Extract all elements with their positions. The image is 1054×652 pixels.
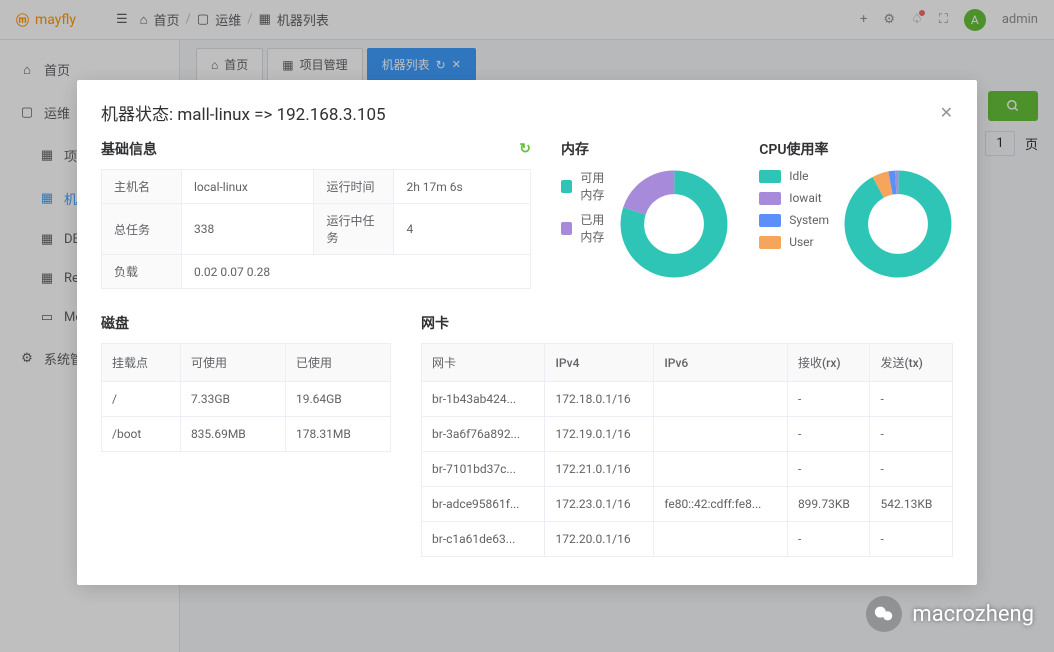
machine-status-modal: 机器状态: mall-linux => 192.168.3.105 ✕ 基础信息… (77, 80, 977, 585)
cell-ipv4: 172.20.0.1/16 (545, 522, 654, 557)
legend-swatch-used (561, 222, 572, 235)
basic-info-table: 主机名 local-linux 运行时间 2h 17m 6s 总任务 338 运… (101, 169, 531, 289)
legend-label-idle: Idle (789, 169, 808, 183)
legend-label-used: 已用内存 (580, 211, 605, 245)
cell-avail: 835.69MB (180, 417, 285, 452)
section-title-cpu: CPU使用率 (759, 139, 953, 159)
cell-mount: /boot (102, 417, 181, 452)
cell-ipv6 (654, 382, 788, 417)
table-row: br-c1a61de63... 172.20.0.1/16 - - (422, 522, 953, 557)
label-hostname: 主机名 (102, 170, 182, 204)
value-hostname: local-linux (182, 170, 314, 204)
legend-item[interactable]: Iowait (759, 191, 829, 205)
section-disk: 磁盘 挂载点 可使用 已使用 / 7.33GB (101, 313, 391, 557)
table-row: br-3a6f76a892... 172.19.0.1/16 - - (422, 417, 953, 452)
value-total-tasks: 338 (182, 204, 314, 255)
cell-used: 19.64GB (285, 382, 390, 417)
label-running-tasks: 运行中任务 (314, 204, 394, 255)
section-title-memory: 内存 (561, 139, 729, 159)
modal-title: 机器状态: mall-linux => 192.168.3.105 (101, 100, 386, 125)
section-basic: 基础信息 ↻ 主机名 local-linux 运行时间 2h 17m 6s 总任… (101, 139, 531, 289)
cell-ipv6 (654, 522, 788, 557)
cell-rx: - (787, 522, 870, 557)
cell-avail: 7.33GB (180, 382, 285, 417)
cell-ipv4: 172.18.0.1/16 (545, 382, 654, 417)
legend-label-system: System (789, 213, 829, 227)
legend-swatch-idle (759, 170, 781, 183)
section-title-disk: 磁盘 (101, 313, 391, 333)
legend-item[interactable]: System (759, 213, 829, 227)
cell-used: 178.31MB (285, 417, 390, 452)
legend-item[interactable]: Idle (759, 169, 829, 183)
cell-tx: - (870, 452, 953, 487)
legend-swatch-system (759, 214, 781, 227)
legend-item[interactable]: 已用内存 (561, 211, 605, 245)
value-uptime: 2h 17m 6s (394, 170, 531, 204)
th-rx: 接收(rx) (787, 344, 870, 382)
table-row: br-adce95861f... 172.23.0.1/16 fe80::42:… (422, 487, 953, 522)
section-title-network: 网卡 (421, 313, 953, 333)
label-uptime: 运行时间 (314, 170, 394, 204)
disk-table: 挂载点 可使用 已使用 / 7.33GB 19.64GB (101, 343, 391, 452)
th-used: 已使用 (285, 344, 390, 382)
cell-nic: br-adce95861f... (422, 487, 545, 522)
modal-body: 基础信息 ↻ 主机名 local-linux 运行时间 2h 17m 6s 总任… (77, 139, 977, 585)
network-table: 网卡 IPv4 IPv6 接收(rx) 发送(tx) br-1b43ab424.… (421, 343, 953, 557)
cell-nic: br-3a6f76a892... (422, 417, 545, 452)
legend-item[interactable]: User (759, 235, 829, 249)
cpu-legend: Idle Iowait System (759, 169, 829, 279)
cell-tx: - (870, 382, 953, 417)
cell-rx: 899.73KB (787, 487, 870, 522)
value-load: 0.02 0.07 0.28 (182, 255, 531, 289)
legend-label-available: 可用内存 (580, 169, 605, 203)
cell-ipv6: fe80::42:cdff:fe8... (654, 487, 788, 522)
cell-nic: br-1b43ab424... (422, 382, 545, 417)
cell-nic: br-7101bd37c... (422, 452, 545, 487)
table-row: /boot 835.69MB 178.31MB (102, 417, 391, 452)
memory-chart (619, 169, 729, 279)
legend-swatch-user (759, 236, 781, 249)
label-total-tasks: 总任务 (102, 204, 182, 255)
value-running-tasks: 4 (394, 204, 531, 255)
legend-item[interactable]: 可用内存 (561, 169, 605, 203)
cell-rx: - (787, 417, 870, 452)
cell-nic: br-c1a61de63... (422, 522, 545, 557)
cell-ipv4: 172.23.0.1/16 (545, 487, 654, 522)
table-row: br-1b43ab424... 172.18.0.1/16 - - (422, 382, 953, 417)
cell-tx: - (870, 417, 953, 452)
table-row: br-7101bd37c... 172.21.0.1/16 - - (422, 452, 953, 487)
refresh-icon[interactable]: ↻ (519, 141, 531, 157)
th-ipv6: IPv6 (654, 344, 788, 382)
cell-ipv4: 172.19.0.1/16 (545, 417, 654, 452)
th-nic: 网卡 (422, 344, 545, 382)
section-title-basic: 基础信息 ↻ (101, 139, 531, 159)
legend-label-iowait: Iowait (789, 191, 822, 205)
section-cpu: CPU使用率 Idle Iowait (759, 139, 953, 289)
th-tx: 发送(tx) (870, 344, 953, 382)
modal-overlay: 机器状态: mall-linux => 192.168.3.105 ✕ 基础信息… (0, 0, 1054, 652)
cell-rx: - (787, 452, 870, 487)
close-icon[interactable]: ✕ (940, 103, 953, 122)
cell-ipv6 (654, 417, 788, 452)
table-row: / 7.33GB 19.64GB (102, 382, 391, 417)
cell-tx: 542.13KB (870, 487, 953, 522)
section-network: 网卡 网卡 IPv4 IPv6 接收(rx) 发送(tx) (421, 313, 953, 557)
th-avail: 可使用 (180, 344, 285, 382)
cell-ipv4: 172.21.0.1/16 (545, 452, 654, 487)
th-ipv4: IPv4 (545, 344, 654, 382)
cell-ipv6 (654, 452, 788, 487)
memory-legend: 可用内存 已用内存 (561, 169, 605, 279)
label-load: 负载 (102, 255, 182, 289)
legend-swatch-available (561, 180, 572, 193)
th-mount: 挂载点 (102, 344, 181, 382)
cell-rx: - (787, 382, 870, 417)
legend-label-user: User (789, 235, 813, 249)
section-memory: 内存 可用内存 已用内存 (561, 139, 729, 289)
legend-swatch-iowait (759, 192, 781, 205)
modal-header: 机器状态: mall-linux => 192.168.3.105 ✕ (77, 80, 977, 139)
cpu-chart (843, 169, 953, 279)
cell-tx: - (870, 522, 953, 557)
cell-mount: / (102, 382, 181, 417)
